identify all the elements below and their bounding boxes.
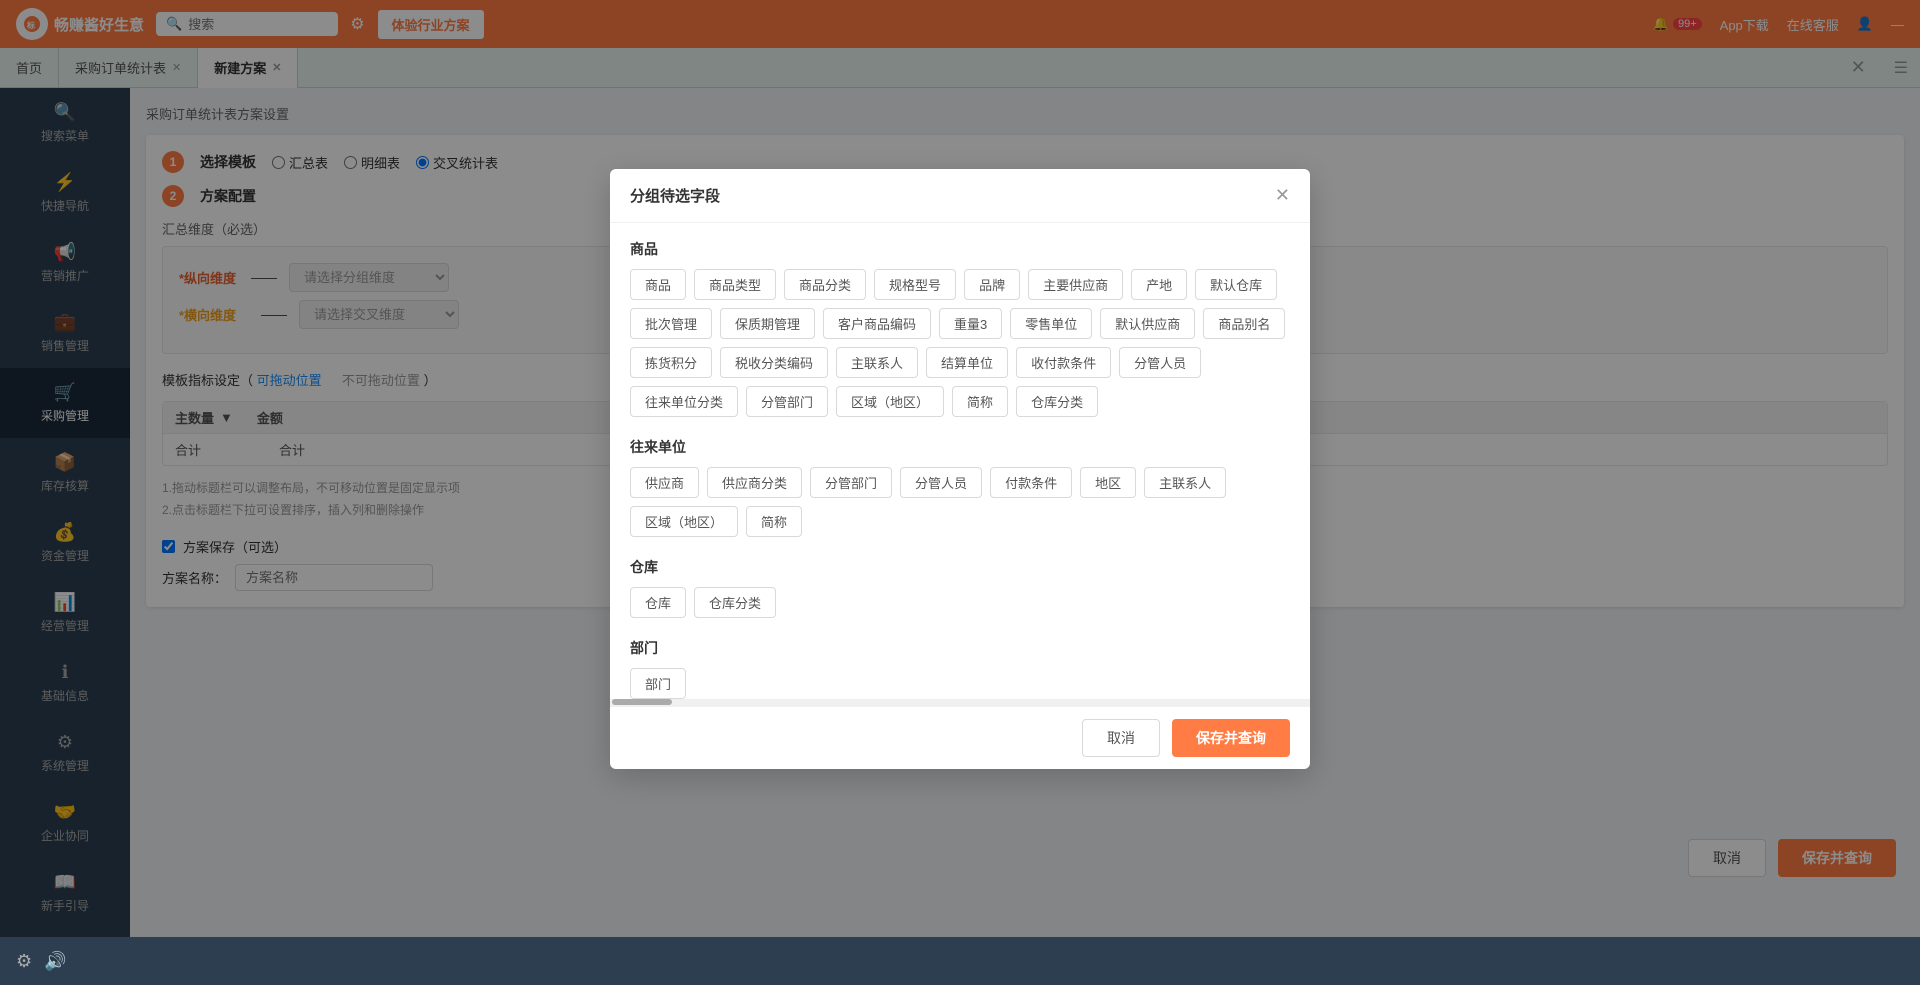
field-tag-brand[interactable]: 品牌 bbox=[964, 269, 1020, 300]
field-tag-batch-mgmt[interactable]: 批次管理 bbox=[630, 308, 712, 339]
field-tag-spec-model[interactable]: 规格型号 bbox=[874, 269, 956, 300]
field-tag-origin[interactable]: 产地 bbox=[1131, 269, 1187, 300]
field-tag-expiry-mgmt[interactable]: 保质期管理 bbox=[720, 308, 815, 339]
field-tag-default-supplier[interactable]: 默认供应商 bbox=[1100, 308, 1195, 339]
section-dept-title: 部门 bbox=[630, 638, 1290, 658]
field-tag-main-contact2[interactable]: 主联系人 bbox=[1144, 467, 1226, 498]
field-tag-goods-type[interactable]: 商品类型 bbox=[694, 269, 776, 300]
modal-confirm-button[interactable]: 保存并查询 bbox=[1172, 719, 1290, 757]
warehouse-tags: 仓库 仓库分类 bbox=[630, 587, 1290, 618]
hscroll-thumb bbox=[612, 699, 672, 705]
field-tag-main-contact[interactable]: 主联系人 bbox=[836, 347, 918, 378]
field-tag-goods[interactable]: 商品 bbox=[630, 269, 686, 300]
field-tag-managed-person2[interactable]: 分管人员 bbox=[900, 467, 982, 498]
field-tag-settlement-unit[interactable]: 结算单位 bbox=[926, 347, 1008, 378]
goods-tags: 商品 商品类型 商品分类 规格型号 品牌 主要供应商 产地 默认仓库 批次管理 … bbox=[630, 269, 1290, 417]
field-tag-abbr[interactable]: 简称 bbox=[952, 386, 1008, 417]
field-tag-managed-dept2[interactable]: 分管部门 bbox=[810, 467, 892, 498]
field-tag-default-warehouse[interactable]: 默认仓库 bbox=[1195, 269, 1277, 300]
section-dept: 部门 部门 bbox=[630, 638, 1290, 699]
field-tag-retail-unit[interactable]: 零售单位 bbox=[1010, 308, 1092, 339]
volume-bottom-icon[interactable]: 🔊 bbox=[44, 951, 66, 972]
field-tag-payment-terms[interactable]: 收付款条件 bbox=[1016, 347, 1111, 378]
field-tag-customer-code[interactable]: 客户商品编码 bbox=[823, 308, 931, 339]
settings-bottom-icon[interactable]: ⚙ bbox=[16, 951, 32, 972]
field-tag-dept-manager[interactable]: 分管人员 bbox=[1119, 347, 1201, 378]
modal-header: 分组待选字段 ✕ bbox=[610, 169, 1310, 223]
field-tag-abbr2[interactable]: 简称 bbox=[746, 506, 802, 537]
field-tag-supplier-category[interactable]: 供应商分类 bbox=[707, 467, 802, 498]
field-tag-goods-alias[interactable]: 商品别名 bbox=[1203, 308, 1285, 339]
modal-title: 分组待选字段 bbox=[630, 185, 720, 206]
field-tag-dept[interactable]: 部门 bbox=[630, 668, 686, 699]
modal: 分组待选字段 ✕ 商品 商品 商品类型 商品分类 规格型号 品牌 主要供应商 产… bbox=[610, 169, 1310, 769]
field-tag-supplier[interactable]: 供应商 bbox=[630, 467, 699, 498]
field-tag-area[interactable]: 地区 bbox=[1080, 467, 1136, 498]
field-tag-warehouse[interactable]: 仓库 bbox=[630, 587, 686, 618]
modal-footer: 取消 保存并查询 bbox=[610, 706, 1310, 769]
partners-tags: 供应商 供应商分类 分管部门 分管人员 付款条件 地区 主联系人 区域（地区） … bbox=[630, 467, 1290, 537]
dept-tags: 部门 bbox=[630, 668, 1290, 699]
field-tag-weight[interactable]: 重量3 bbox=[939, 308, 1002, 339]
section-warehouse: 仓库 仓库 仓库分类 bbox=[630, 557, 1290, 618]
field-tag-partner-category[interactable]: 往来单位分类 bbox=[630, 386, 738, 417]
modal-close-icon[interactable]: ✕ bbox=[1275, 185, 1290, 206]
bottom-bar: ⚙ 🔊 bbox=[0, 937, 1920, 985]
field-tag-payment-cond[interactable]: 付款条件 bbox=[990, 467, 1072, 498]
section-partners: 往来单位 供应商 供应商分类 分管部门 分管人员 付款条件 地区 主联系人 区域… bbox=[630, 437, 1290, 537]
modal-cancel-button[interactable]: 取消 bbox=[1082, 719, 1160, 757]
modal-body: 商品 商品 商品类型 商品分类 规格型号 品牌 主要供应商 产地 默认仓库 批次… bbox=[610, 223, 1310, 700]
section-goods-title: 商品 bbox=[630, 239, 1290, 259]
field-tag-warehouse-category[interactable]: 仓库分类 bbox=[1016, 386, 1098, 417]
field-tag-region2[interactable]: 区域（地区） bbox=[630, 506, 738, 537]
field-tag-warehouse-cat[interactable]: 仓库分类 bbox=[694, 587, 776, 618]
field-tag-main-supplier[interactable]: 主要供应商 bbox=[1028, 269, 1123, 300]
section-goods: 商品 商品 商品类型 商品分类 规格型号 品牌 主要供应商 产地 默认仓库 批次… bbox=[630, 239, 1290, 417]
field-tag-pick-points[interactable]: 拣货积分 bbox=[630, 347, 712, 378]
section-warehouse-title: 仓库 bbox=[630, 557, 1290, 577]
field-tag-region[interactable]: 区域（地区） bbox=[836, 386, 944, 417]
section-partners-title: 往来单位 bbox=[630, 437, 1290, 457]
field-tag-managed-dept[interactable]: 分管部门 bbox=[746, 386, 828, 417]
modal-overlay[interactable]: 分组待选字段 ✕ 商品 商品 商品类型 商品分类 规格型号 品牌 主要供应商 产… bbox=[0, 0, 1920, 937]
field-tag-tax-code[interactable]: 税收分类编码 bbox=[720, 347, 828, 378]
field-tag-goods-category[interactable]: 商品分类 bbox=[784, 269, 866, 300]
